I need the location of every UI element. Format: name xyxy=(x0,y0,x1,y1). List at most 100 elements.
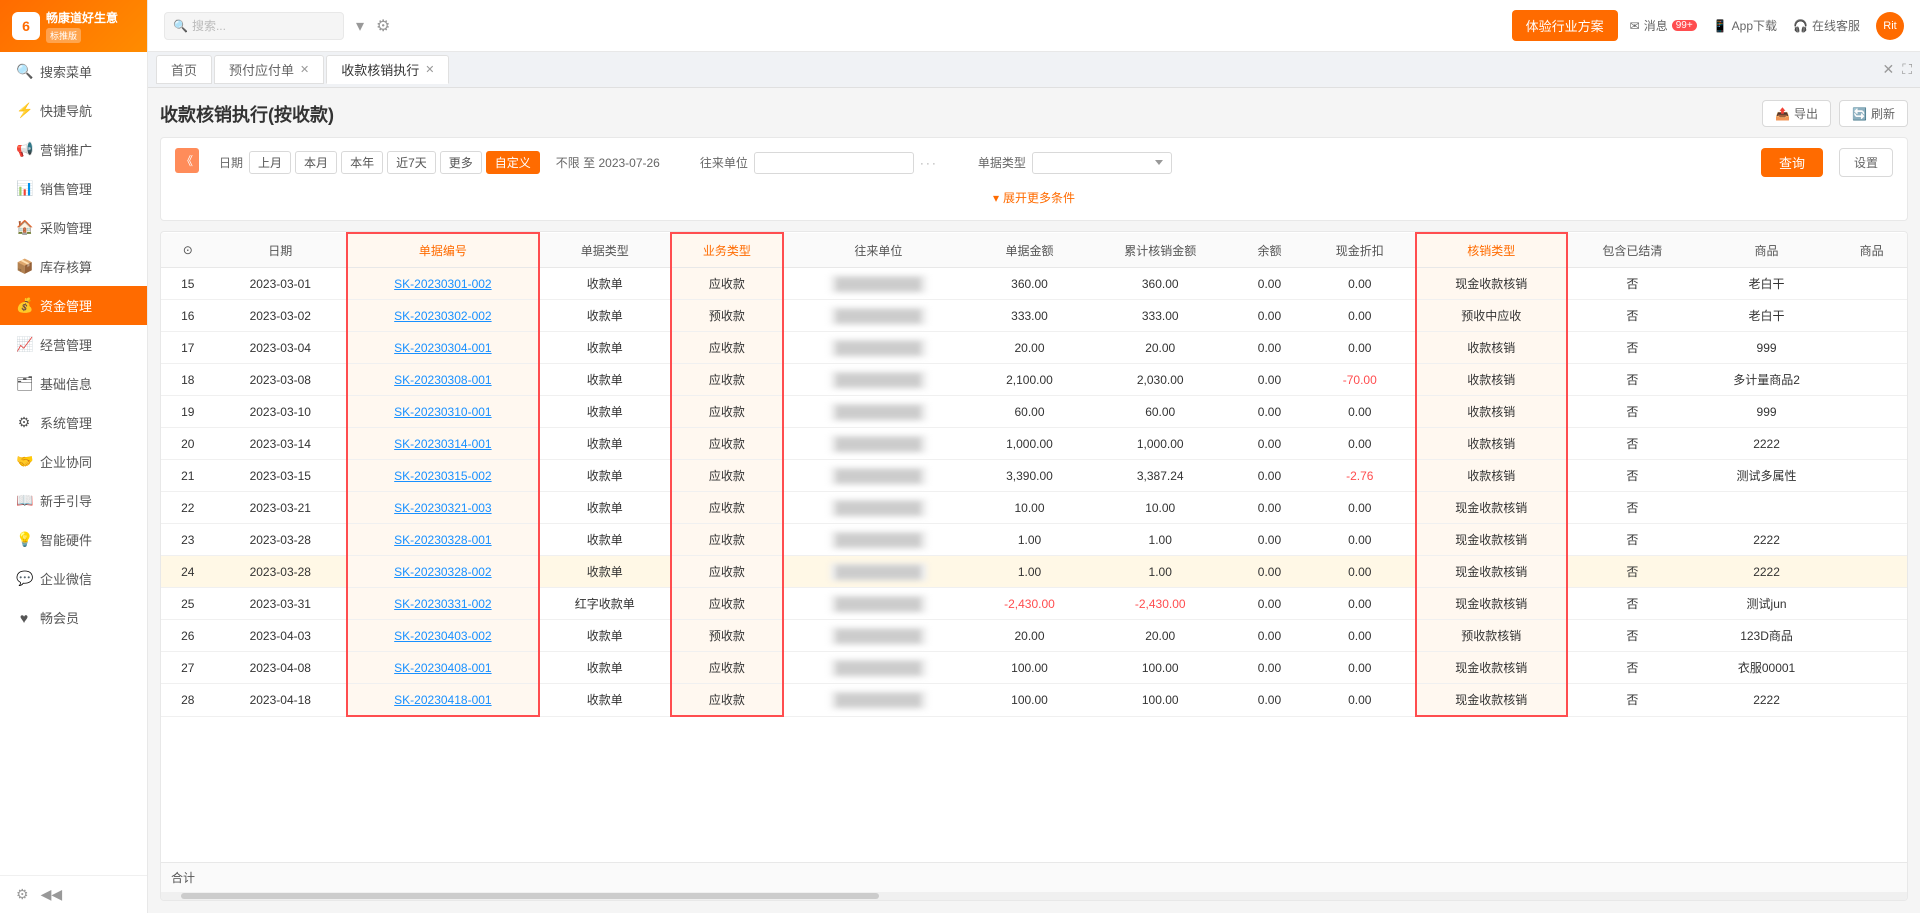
query-button[interactable]: 查询 xyxy=(1761,148,1823,177)
sidebar-item-wechat[interactable]: 💬企业微信 xyxy=(0,559,147,598)
table-row[interactable]: 262023-04-03SK-20230403-002收款单预收款███████… xyxy=(161,620,1907,652)
table-body: 152023-03-01SK-20230301-002收款单应收款███████… xyxy=(161,268,1907,717)
cell-acc_amount: 10.00 xyxy=(1086,492,1234,524)
col-header-date[interactable]: 日期 xyxy=(215,233,347,268)
corp-icon: 🤝 xyxy=(16,453,32,470)
col-header-goods2[interactable]: 商品 xyxy=(1836,233,1907,268)
tab-collection[interactable]: 收款核销执行 ✕ xyxy=(326,55,449,84)
col-header-goods[interactable]: 商品 xyxy=(1697,233,1836,268)
dropdown-arrow-icon[interactable]: ▾ xyxy=(356,16,364,36)
table-row[interactable]: 242023-03-28SK-20230328-002收款单应收款███████… xyxy=(161,556,1907,588)
cell-voucher_type: 收款单 xyxy=(539,524,671,556)
maximize-icon[interactable]: ⛶ xyxy=(1902,61,1912,78)
sidebar-item-inventory[interactable]: 📦库存核算 xyxy=(0,247,147,286)
expand-conditions-btn[interactable]: ▾ 展开更多条件 xyxy=(981,185,1087,210)
col-header-discount[interactable]: 现金折扣 xyxy=(1305,233,1416,268)
refresh-button[interactable]: 🔄 刷新 xyxy=(1839,100,1908,127)
table-row[interactable]: 272023-04-08SK-20230408-001收款单应收款███████… xyxy=(161,652,1907,684)
table-row[interactable]: 152023-03-01SK-20230301-002收款单应收款███████… xyxy=(161,268,1907,300)
sidebar-item-corp[interactable]: 🤝企业协同 xyxy=(0,442,147,481)
table-row[interactable]: 162023-03-02SK-20230302-002收款单预收款███████… xyxy=(161,300,1907,332)
custom-date-btn[interactable]: 自定义 xyxy=(486,151,540,174)
sidebar-item-member[interactable]: ♥畅会员 xyxy=(0,598,147,637)
cell-amount: 1.00 xyxy=(973,524,1087,556)
table-row[interactable]: 232023-03-28SK-20230328-001收款单应收款███████… xyxy=(161,524,1907,556)
col-header-amount[interactable]: 单据金额 xyxy=(973,233,1087,268)
cell-biz_type: 预收款 xyxy=(671,300,783,332)
prepay-tab-close[interactable]: ✕ xyxy=(300,63,309,76)
sidebar-item-operation[interactable]: 📈经营管理 xyxy=(0,325,147,364)
col-header-biz_type[interactable]: 业务类型 xyxy=(671,233,783,268)
sidebar-item-hardware[interactable]: 💡智能硬件 xyxy=(0,520,147,559)
last-month-btn[interactable]: 上月 xyxy=(249,151,291,174)
cell-cancel_type: 预收款核销 xyxy=(1416,620,1567,652)
table-row[interactable]: 282023-04-18SK-20230418-001收款单应收款███████… xyxy=(161,684,1907,717)
table-row[interactable]: 252023-03-31SK-20230331-002红字收款单应收款█████… xyxy=(161,588,1907,620)
horizontal-scrollbar[interactable] xyxy=(161,892,1907,900)
collection-tab-close[interactable]: ✕ xyxy=(425,63,434,76)
sidebar-item-finance[interactable]: 💰资金管理 xyxy=(0,286,147,325)
this-year-btn[interactable]: 本年 xyxy=(341,151,383,174)
support-button[interactable]: 🎧 在线客服 xyxy=(1793,17,1860,34)
col-header-balance[interactable]: 余额 xyxy=(1234,233,1305,268)
system-icon: ⚙ xyxy=(16,414,32,431)
export-button[interactable]: 📤 导出 xyxy=(1762,100,1831,127)
cell-discount: 0.00 xyxy=(1305,268,1416,300)
sidebar-item-quick[interactable]: ⚡快捷导航 xyxy=(0,91,147,130)
voucher-type-select[interactable] xyxy=(1032,152,1172,174)
col-header-incl_settled[interactable]: 包含已结清 xyxy=(1567,233,1697,268)
cell-incl_settled: 否 xyxy=(1567,524,1697,556)
table-wrapper[interactable]: ⊙日期单据编号单据类型业务类型往来单位单据金额累计核销金额余额现金折扣核销类型包… xyxy=(161,232,1907,862)
settings-bottom-icon[interactable]: ⚙ xyxy=(16,886,29,903)
more-btn[interactable]: 更多 xyxy=(440,151,482,174)
cell-discount: 0.00 xyxy=(1305,588,1416,620)
settings-button[interactable]: 设置 xyxy=(1839,148,1893,177)
avatar[interactable]: Rit xyxy=(1876,12,1904,40)
tab-home[interactable]: 首页 xyxy=(156,55,212,84)
table-row[interactable]: 202023-03-14SK-20230314-001收款单应收款███████… xyxy=(161,428,1907,460)
this-month-btn[interactable]: 本月 xyxy=(295,151,337,174)
operation-icon: 📈 xyxy=(16,336,32,353)
partner-input[interactable] xyxy=(754,152,914,174)
voucher-type-label: 单据类型 xyxy=(978,154,1026,171)
solution-button[interactable]: 体验行业方案 xyxy=(1512,10,1618,41)
col-header-partner[interactable]: 往来单位 xyxy=(783,233,973,268)
table-row[interactable]: 172023-03-04SK-20230304-001收款单应收款███████… xyxy=(161,332,1907,364)
sidebar-item-marketing[interactable]: 📢营销推广 xyxy=(0,130,147,169)
col-header-row_num[interactable]: ⊙ xyxy=(161,233,215,268)
messages-button[interactable]: ✉ 消息 99+ xyxy=(1630,17,1697,34)
cell-row_num: 19 xyxy=(161,396,215,428)
col-header-acc_amount[interactable]: 累计核销金额 xyxy=(1086,233,1234,268)
sidebar: 6 畅康道好生意 标推版 🔍搜索菜单⚡快捷导航📢营销推广📊销售管理🏠采购管理📦库… xyxy=(0,0,148,913)
table-row[interactable]: 182023-03-08SK-20230308-001收款单应收款███████… xyxy=(161,364,1907,396)
collapse-filter-button[interactable]: 《 xyxy=(175,148,199,173)
sidebar-item-basic[interactable]: 🗂基础信息 xyxy=(0,364,147,403)
col-header-cancel_type[interactable]: 核销类型 xyxy=(1416,233,1567,268)
table-row[interactable]: 222023-03-21SK-20230321-003收款单应收款███████… xyxy=(161,492,1907,524)
table-row[interactable]: 192023-03-10SK-20230310-001收款单应收款███████… xyxy=(161,396,1907,428)
scrollbar-thumb[interactable] xyxy=(181,893,879,899)
sidebar-item-search[interactable]: 🔍搜索菜单 xyxy=(0,52,147,91)
sidebar-item-guide[interactable]: 📖新手引导 xyxy=(0,481,147,520)
col-header-voucher_no[interactable]: 单据编号 xyxy=(347,233,539,268)
cell-goods xyxy=(1697,492,1836,524)
cell-acc_amount: -2,430.00 xyxy=(1086,588,1234,620)
sidebar-item-purchase[interactable]: 🏠采购管理 xyxy=(0,208,147,247)
close-tab-icon[interactable]: ✕ xyxy=(1882,61,1894,78)
table-row[interactable]: 212023-03-15SK-20230315-002收款单应收款███████… xyxy=(161,460,1907,492)
cell-partner: ██████████ xyxy=(783,268,973,300)
gear-icon[interactable]: ⚙ xyxy=(376,16,390,36)
app-download-button[interactable]: 📱 App下载 xyxy=(1713,17,1777,34)
collapse-icon[interactable]: ◀◀ xyxy=(41,886,63,903)
partner-dots[interactable]: ··· xyxy=(920,156,938,170)
sidebar-item-sales[interactable]: 📊销售管理 xyxy=(0,169,147,208)
cell-partner: ██████████ xyxy=(783,652,973,684)
tab-prepay[interactable]: 预付应付单 ✕ xyxy=(214,55,324,84)
cell-balance: 0.00 xyxy=(1234,620,1305,652)
date-range-display: 不限 至 2023-07-26 xyxy=(556,154,660,171)
last-7-days-btn[interactable]: 近7天 xyxy=(387,151,436,174)
sidebar-item-system[interactable]: ⚙系统管理 xyxy=(0,403,147,442)
col-header-voucher_type[interactable]: 单据类型 xyxy=(539,233,671,268)
topbar-search-box[interactable]: 🔍 搜索... xyxy=(164,12,344,40)
cell-date: 2023-04-18 xyxy=(215,684,347,717)
